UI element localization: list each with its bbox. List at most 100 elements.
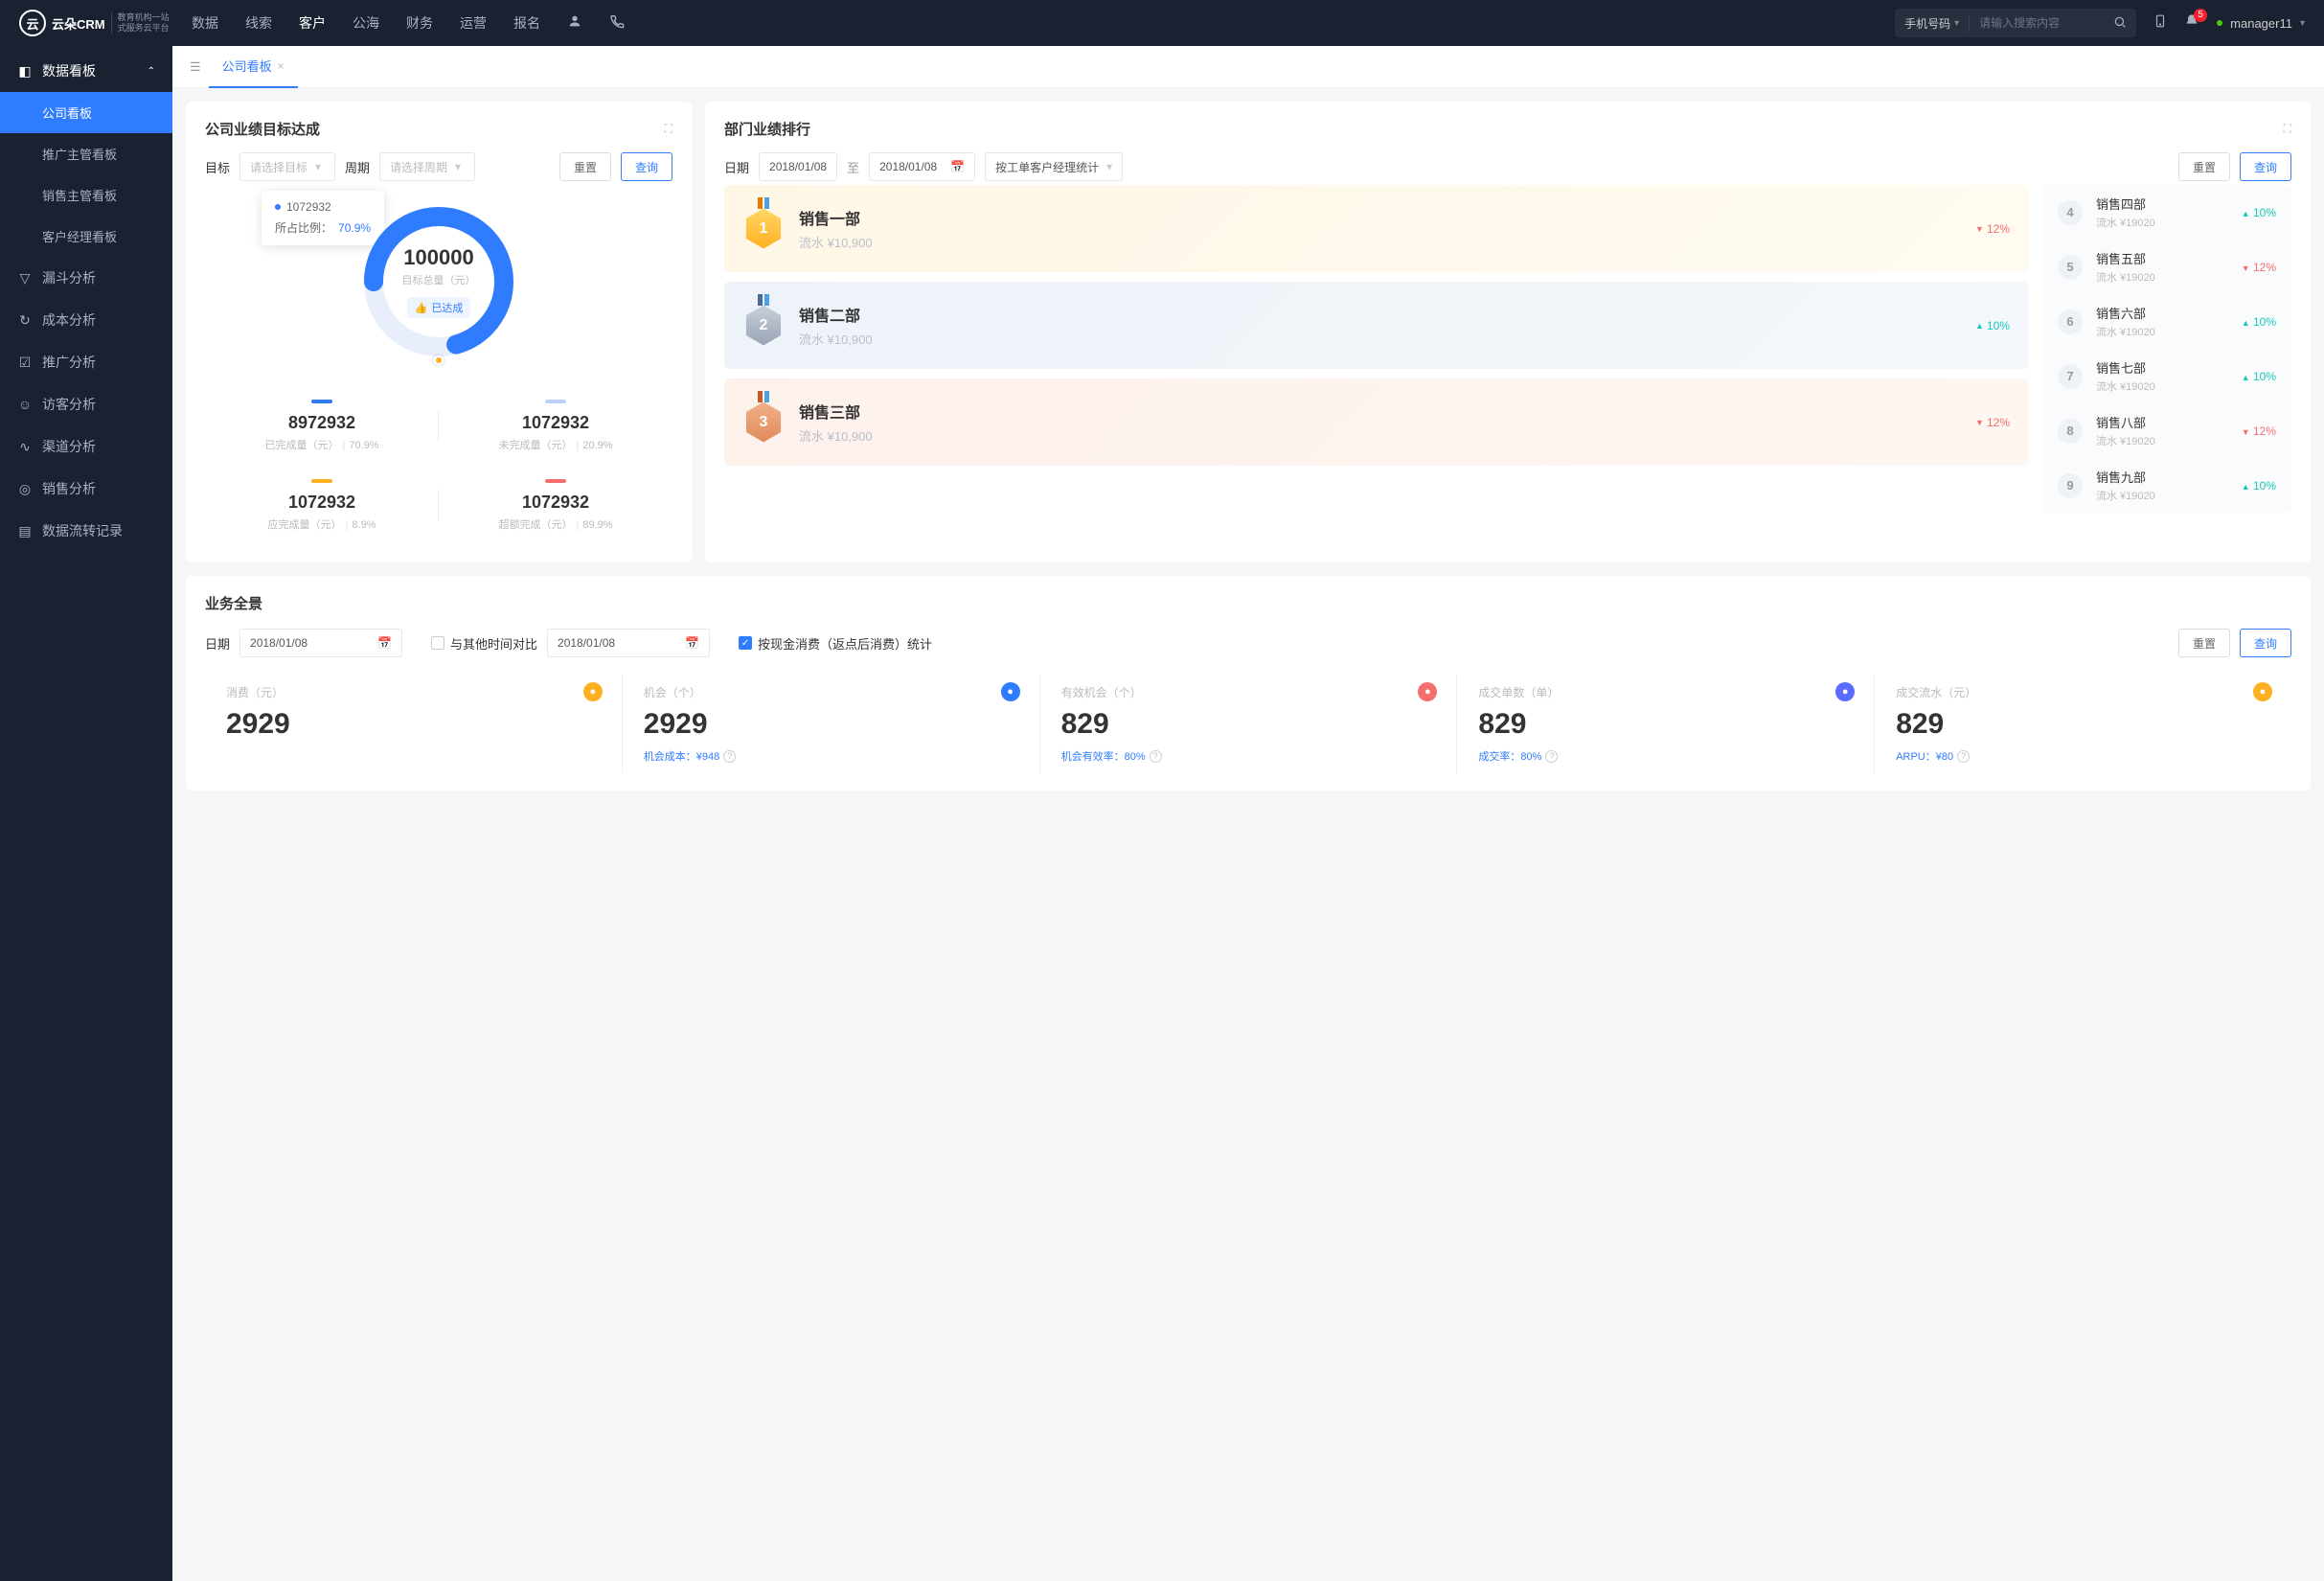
ov-value: 829 — [1478, 708, 1853, 741]
user-icon[interactable] — [567, 13, 582, 34]
metric-item: 1072932 未完成量（元）|20.9% — [439, 386, 672, 466]
cash-checkbox[interactable]: ✓ 按现金消费（返点后消费）统计 — [739, 634, 932, 653]
rank-rest-item: 6 销售六部 流水 ¥19020 10% — [2042, 294, 2291, 349]
rest-list: 4 销售四部 流水 ¥19020 10%5 销售五部 流水 ¥19020 12%… — [2042, 185, 2291, 513]
overview-card: 有效机会（个） ● 829 机会有效率：80%? — [1040, 675, 1458, 773]
phone-icon[interactable] — [609, 13, 625, 34]
query-button[interactable]: 查询 — [2240, 152, 2291, 181]
sidebar-funnel[interactable]: ▽漏斗分析 — [0, 257, 172, 299]
pct-change: 12% — [2242, 261, 2276, 274]
dept-name: 销售八部 — [2096, 413, 2155, 431]
checkbox-icon — [431, 636, 444, 650]
user-menu[interactable]: manager11 ▾ — [2217, 16, 2305, 31]
nav-customers[interactable]: 客户 — [299, 13, 326, 34]
dept-flow: 流水 ¥10,900 — [799, 426, 873, 445]
sidebar: ◧ 数据看板 ⌃ 公司看板 推广主管看板 销售主管看板 客户经理看板 ▽漏斗分析… — [0, 46, 172, 1581]
pct-change: 10% — [2242, 315, 2276, 329]
app-header: 云 云朵CRM 教育机构一站 式服务云平台 数据 线索 客户 公海 财务 运营 … — [0, 0, 2324, 46]
tab-company-board[interactable]: 公司看板 × — [209, 46, 298, 88]
sidebar-item-sales-lead[interactable]: 销售主管看板 — [0, 174, 172, 216]
sidebar-item-company[interactable]: 公司看板 — [0, 92, 172, 133]
sidebar-cost[interactable]: ↻成本分析 — [0, 299, 172, 341]
expand-icon[interactable]: ⛶ — [665, 122, 672, 136]
cost-icon: ↻ — [17, 312, 33, 328]
sidebar-sales[interactable]: ◎销售分析 — [0, 468, 172, 510]
period-select[interactable]: 请选择周期▾ — [379, 152, 475, 181]
goal-select[interactable]: 请选择目标▾ — [239, 152, 335, 181]
username: manager11 — [2230, 16, 2292, 31]
nav-signup[interactable]: 报名 — [513, 13, 540, 34]
compare-checkbox[interactable]: 与其他时间对比 — [431, 634, 537, 653]
rank-top-item: 3 销售三部 流水 ¥10,900 12% — [724, 378, 2029, 466]
sidebar-group-dashboard[interactable]: ◧ 数据看板 ⌃ — [0, 50, 172, 92]
sidebar-visitor[interactable]: ☺访客分析 — [0, 383, 172, 425]
sidebar-channel[interactable]: ∿渠道分析 — [0, 425, 172, 468]
collapse-sidebar-button[interactable]: ☰ — [182, 59, 209, 75]
sidebar-item-manager[interactable]: 客户经理看板 — [0, 216, 172, 257]
goal-label: 目标 — [205, 158, 230, 176]
dept-flow: 流水 ¥19020 — [2096, 433, 2155, 448]
reset-button[interactable]: 重置 — [2178, 152, 2230, 181]
help-icon[interactable]: ? — [1957, 750, 1970, 763]
help-icon[interactable]: ? — [1150, 750, 1162, 763]
pct-change: 10% — [2242, 370, 2276, 383]
logo: 云 云朵CRM 教育机构一站 式服务云平台 — [19, 10, 172, 36]
notification-bell[interactable]: 5 — [2184, 13, 2199, 34]
bag-icon: ● — [583, 682, 603, 701]
sidebar-promo[interactable]: ☑推广分析 — [0, 341, 172, 383]
query-button[interactable]: 查询 — [2240, 629, 2291, 657]
rank-rest-item: 5 销售五部 流水 ¥19020 12% — [2042, 240, 2291, 294]
medal-icon: 3 — [743, 402, 784, 443]
nav-finance[interactable]: 财务 — [406, 13, 433, 34]
rank-rest-item: 4 销售四部 流水 ¥19020 10% — [2042, 185, 2291, 240]
metric-bar — [545, 479, 566, 483]
pct-change: 10% — [1975, 319, 2010, 332]
rank-number: 6 — [2058, 309, 2083, 334]
dept-flow: 流水 ¥19020 — [2096, 269, 2155, 285]
nav-leads[interactable]: 线索 — [245, 13, 272, 34]
main: ☰ 公司看板 × 公司业绩目标达成 ⛶ 目标 请选择目标▾ 周期 — [172, 46, 2324, 1581]
dept-flow: 流水 ¥10,900 — [799, 233, 873, 251]
metric-desc: 应完成量（元）|8.9% — [205, 516, 439, 532]
device-icon[interactable] — [2153, 12, 2167, 34]
search-button[interactable] — [2104, 15, 2136, 32]
reset-button[interactable]: 重置 — [559, 152, 611, 181]
overview-card: 成交流水（元） ● 829 ARPU：¥80? — [1875, 675, 2291, 773]
stat-type-select[interactable]: 按工单客户经理统计▾ — [985, 152, 1123, 181]
search-input[interactable] — [1970, 16, 2104, 30]
reset-button[interactable]: 重置 — [2178, 629, 2230, 657]
nav-data[interactable]: 数据 — [192, 13, 218, 34]
status-dot — [2217, 20, 2222, 26]
main-nav: 数据 线索 客户 公海 财务 运营 报名 — [192, 13, 625, 34]
nav-pool[interactable]: 公海 — [353, 13, 379, 34]
visitor-icon: ☺ — [17, 397, 33, 412]
rank-number: 5 — [2058, 255, 2083, 280]
close-tab-icon[interactable]: × — [278, 59, 285, 73]
card-title: 部门业绩排行 — [724, 119, 810, 139]
metric-bar — [311, 400, 332, 403]
rank-number: 7 — [2058, 364, 2083, 389]
ov-value: 829 — [1061, 708, 1436, 741]
date-from-input[interactable]: 2018/01/08 — [759, 152, 837, 181]
expand-icon[interactable]: ⛶ — [2284, 122, 2291, 136]
chevron-down-icon: ▾ — [455, 160, 461, 173]
dept-name: 销售四部 — [2096, 195, 2155, 213]
nav-ops[interactable]: 运营 — [460, 13, 487, 34]
help-icon[interactable]: ? — [1545, 750, 1558, 763]
date-to-input[interactable]: 2018/01/08📅 — [869, 152, 975, 181]
dept-name: 销售五部 — [2096, 249, 2155, 267]
query-button[interactable]: 查询 — [621, 152, 672, 181]
date-input-2[interactable]: 2018/01/08📅 — [547, 629, 710, 657]
sidebar-flow-log[interactable]: ▤数据流转记录 — [0, 510, 172, 552]
date-input-1[interactable]: 2018/01/08📅 — [239, 629, 402, 657]
help-icon[interactable]: ? — [723, 750, 736, 763]
dept-name: 销售三部 — [799, 400, 873, 423]
metric-desc: 已完成量（元）|70.9% — [205, 437, 439, 452]
dept-flow: 流水 ¥19020 — [2096, 215, 2155, 230]
sidebar-item-promo-lead[interactable]: 推广主管看板 — [0, 133, 172, 174]
chevron-down-icon: ▾ — [315, 160, 321, 173]
chevron-up-icon: ⌃ — [148, 66, 155, 77]
search-type-select[interactable]: 手机号码▾ — [1895, 15, 1970, 32]
dept-flow: 流水 ¥19020 — [2096, 488, 2155, 503]
ov-footer: ARPU：¥80? — [1896, 748, 2270, 764]
